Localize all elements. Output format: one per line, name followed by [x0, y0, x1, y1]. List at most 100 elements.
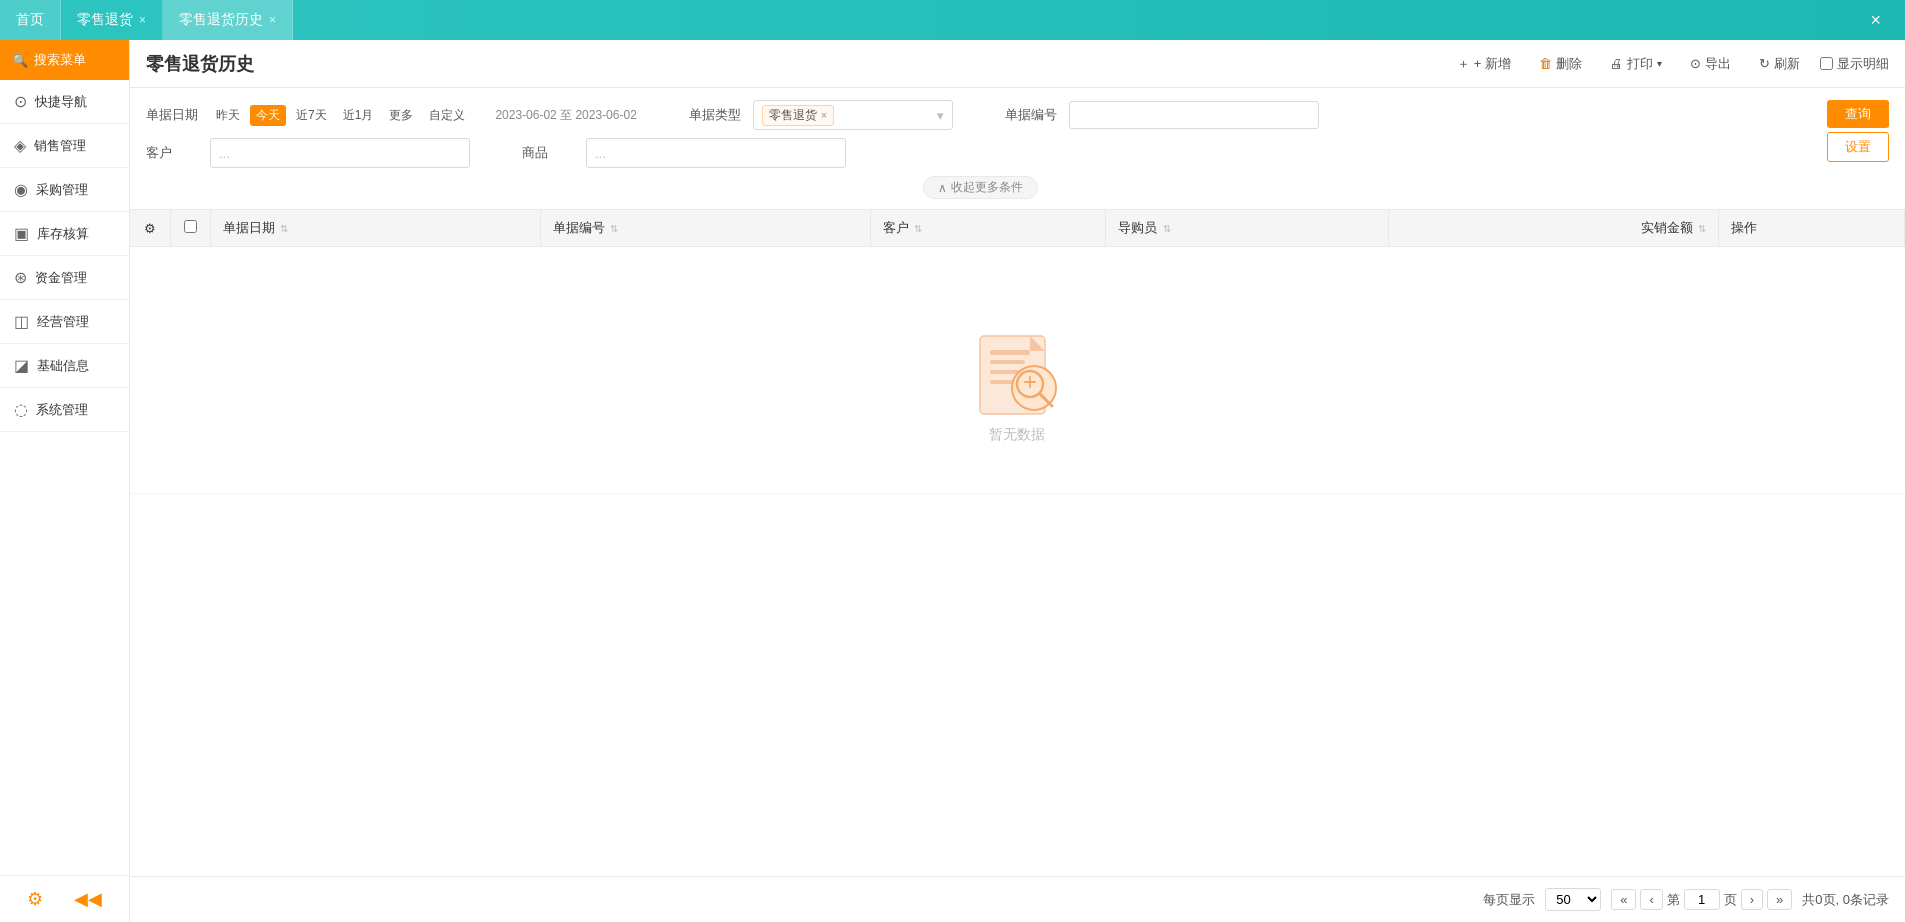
refresh-button[interactable]: ↻ 刷新 — [1751, 51, 1808, 77]
col-date[interactable]: 单据日期 ⇅ — [210, 210, 540, 247]
first-page-button[interactable]: « — [1611, 889, 1636, 910]
svg-rect-1 — [990, 350, 1030, 355]
empty-illustration — [962, 316, 1072, 426]
page-title: 零售退货历史 — [146, 52, 254, 76]
tab-retail-return-label: 零售退货 — [77, 11, 133, 29]
next-page-button[interactable]: › — [1741, 889, 1763, 910]
page-label: 页 — [1724, 891, 1737, 909]
date-btn-more[interactable]: 更多 — [383, 105, 419, 126]
tab-retail-return[interactable]: 零售退货 × — [61, 0, 163, 40]
type-tag-remove[interactable]: × — [821, 109, 827, 121]
goods-placeholder: ... — [595, 146, 606, 161]
sidebar-item-purchase[interactable]: ◉ 采购管理 — [0, 168, 129, 212]
sidebar-item-finance[interactable]: ⊛ 资金管理 — [0, 256, 129, 300]
date-options: 昨天 今天 近7天 近1月 更多 自定义 — [210, 105, 471, 126]
date-sort-icon: ⇅ — [280, 223, 288, 234]
date-btn-1month[interactable]: 近1月 — [337, 105, 380, 126]
refresh-icon: ↻ — [1759, 56, 1770, 71]
page-nav: « ‹ 第 页 › » — [1611, 889, 1792, 910]
sidebar-item-operations[interactable]: ◫ 经营管理 — [0, 300, 129, 344]
sidebar-search[interactable]: 🔍 搜索菜单 — [0, 40, 129, 80]
show-detail-checkbox-area[interactable]: 显示明细 — [1820, 55, 1889, 73]
sidebar-item-system[interactable]: ◌ 系统管理 — [0, 388, 129, 432]
query-button[interactable]: 查询 — [1827, 100, 1889, 128]
table-body: 暂无数据 — [130, 247, 1905, 494]
last-page-button[interactable]: » — [1767, 889, 1792, 910]
print-button[interactable]: 🖨 打印 ▾ — [1602, 51, 1670, 77]
prev-page-button[interactable]: ‹ — [1640, 889, 1662, 910]
system-icon: ◌ — [14, 400, 28, 419]
col-settings[interactable]: ⚙ — [130, 210, 170, 247]
show-detail-label: 显示明细 — [1837, 55, 1889, 73]
show-detail-checkbox[interactable] — [1820, 57, 1833, 70]
customer-placeholder: ... — [219, 146, 230, 161]
date-range: 2023-06-02 至 2023-06-02 — [495, 107, 636, 124]
col-guide[interactable]: 导购员 ⇅ — [1106, 210, 1389, 247]
action-buttons: 查询 设置 — [1827, 100, 1889, 162]
date-btn-yesterday[interactable]: 昨天 — [210, 105, 246, 126]
type-select[interactable]: 零售退货 × ▾ — [753, 100, 953, 130]
col-amount[interactable]: 实销金额 ⇅ — [1389, 210, 1719, 247]
customer-sort-icon: ⇅ — [914, 223, 922, 234]
date-btn-7days[interactable]: 近7天 — [290, 105, 333, 126]
customer-input[interactable]: ... — [210, 138, 470, 168]
sidebar-item-label: 系统管理 — [36, 401, 88, 419]
sidebar-item-label: 销售管理 — [34, 137, 86, 155]
sidebar-bottom: ⚙ ◀◀ — [0, 875, 129, 922]
col-bill-no[interactable]: 单据编号 ⇅ — [540, 210, 870, 247]
page-number-input[interactable] — [1684, 889, 1720, 910]
sidebar-item-label: 快捷导航 — [35, 93, 87, 111]
base-info-icon: ◪ — [14, 356, 29, 375]
quick-nav-icon: ⊙ — [14, 92, 27, 111]
window-close-button[interactable]: × — [1862, 10, 1889, 30]
sidebar-item-base-info[interactable]: ◪ 基础信息 — [0, 344, 129, 388]
bill-no-input[interactable] — [1069, 101, 1319, 129]
type-tag: 零售退货 × — [762, 105, 834, 126]
tab-retail-return-history-label: 零售退货历史 — [179, 11, 263, 29]
header-row: ⚙ 单据日期 ⇅ 单据编号 ⇅ 客户 — [130, 210, 1905, 247]
top-bar: 首页 零售退货 × 零售退货历史 × × — [0, 0, 1905, 40]
sidebar-item-quick-nav[interactable]: ⊙ 快捷导航 — [0, 80, 129, 124]
settings-icon[interactable]: ⚙ — [27, 888, 43, 910]
export-icon: ⊙ — [1690, 56, 1701, 71]
guide-sort-icon: ⇅ — [1163, 223, 1171, 234]
table-area: ⚙ 单据日期 ⇅ 单据编号 ⇅ 客户 — [130, 210, 1905, 876]
add-button[interactable]: ＋ + 新增 — [1449, 51, 1519, 77]
no-data-container: 暂无数据 — [142, 256, 1893, 484]
svg-rect-2 — [990, 360, 1025, 364]
page-header: 零售退货历史 ＋ + 新增 🗑 删除 🖨 打印 ▾ ⊙ 导出 — [130, 40, 1905, 88]
col-customer[interactable]: 客户 ⇅ — [870, 210, 1105, 247]
collapse-up-icon: ∧ — [938, 181, 947, 195]
filter-settings-button[interactable]: 设置 — [1827, 132, 1889, 162]
customer-label: 客户 — [146, 144, 202, 162]
tab-retail-return-close[interactable]: × — [139, 13, 146, 27]
finance-icon: ⊛ — [14, 268, 27, 287]
sidebar: 🔍 搜索菜单 ⊙ 快捷导航 ◈ 销售管理 ◉ 采购管理 ▣ 库存核算 ⊛ 资金管… — [0, 40, 130, 922]
date-btn-custom[interactable]: 自定义 — [423, 105, 471, 126]
date-label: 单据日期 — [146, 106, 202, 124]
date-btn-today[interactable]: 今天 — [250, 105, 286, 126]
data-table: ⚙ 单据日期 ⇅ 单据编号 ⇅ 客户 — [130, 210, 1905, 494]
filter-area: 单据日期 昨天 今天 近7天 近1月 更多 自定义 2023-06-02 至 2… — [130, 88, 1905, 210]
tab-home[interactable]: 首页 — [0, 0, 61, 40]
goods-input[interactable]: ... — [586, 138, 846, 168]
tab-retail-return-history-close[interactable]: × — [269, 13, 276, 27]
sidebar-item-inventory[interactable]: ▣ 库存核算 — [0, 212, 129, 256]
collapse-button[interactable]: ∧ 收起更多条件 — [923, 176, 1038, 199]
toolbar: ＋ + 新增 🗑 删除 🖨 打印 ▾ ⊙ 导出 ↻ — [1449, 51, 1889, 77]
tab-retail-return-history[interactable]: 零售退货历史 × — [163, 0, 293, 40]
search-icon: 🔍 — [12, 53, 28, 68]
filter-customer-item: 客户 ... — [146, 138, 470, 168]
audio-icon[interactable]: ◀◀ — [74, 888, 102, 910]
filter-date-item: 单据日期 昨天 今天 近7天 近1月 更多 自定义 — [146, 105, 479, 126]
page-size-select[interactable]: 50 10 20 100 — [1545, 888, 1601, 911]
delete-button[interactable]: 🗑 删除 — [1531, 51, 1590, 77]
purchase-icon: ◉ — [14, 180, 28, 199]
select-all-checkbox[interactable] — [184, 220, 197, 233]
sidebar-item-sales[interactable]: ◈ 销售管理 — [0, 124, 129, 168]
page-word: 第 — [1667, 891, 1680, 909]
filter-type-item: 单据类型 零售退货 × ▾ — [689, 100, 953, 130]
export-button[interactable]: ⊙ 导出 — [1682, 51, 1739, 77]
print-caret: ▾ — [1657, 58, 1662, 69]
pagination-bar: 每页显示 50 10 20 100 « ‹ 第 页 › » 共0页, 0条记录 — [130, 876, 1905, 922]
